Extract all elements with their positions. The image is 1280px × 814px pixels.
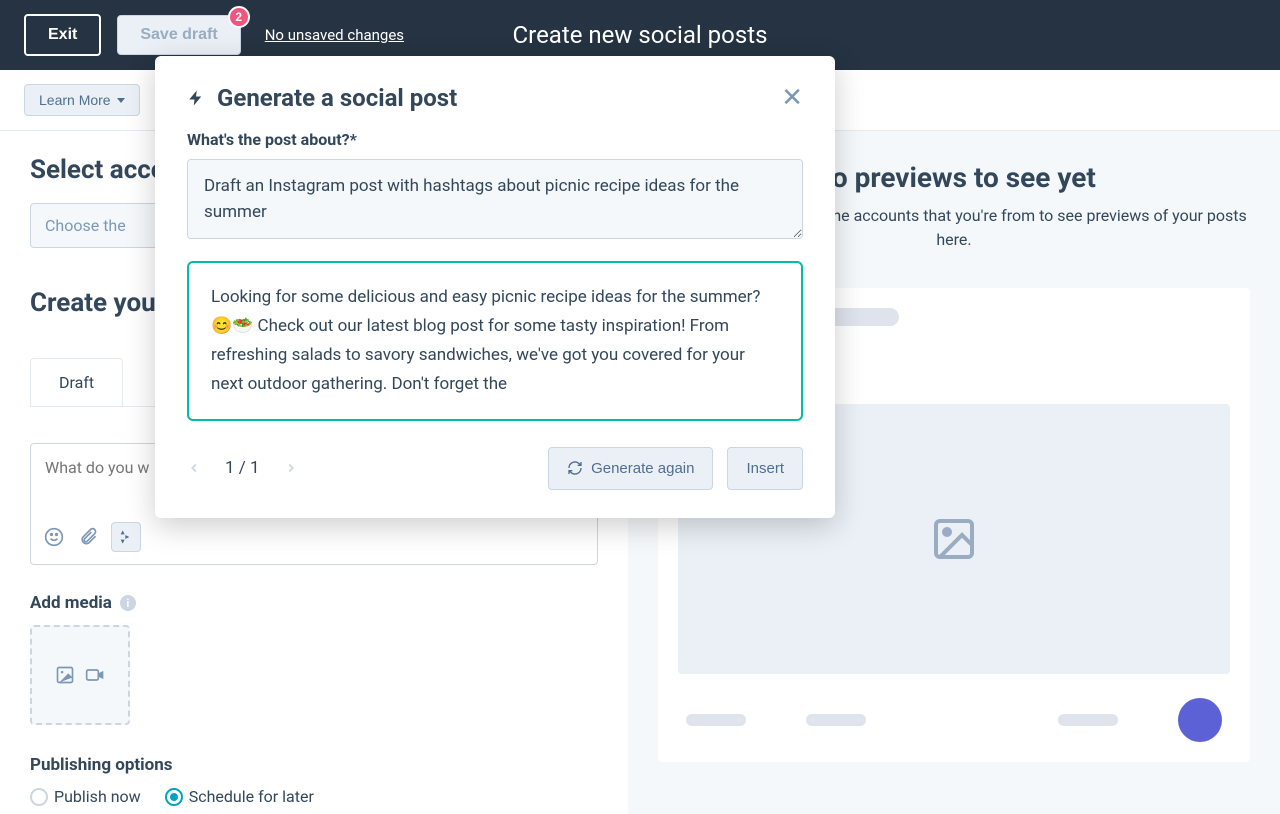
save-draft-button[interactable]: Save draft 2 xyxy=(117,15,240,55)
skeleton-pill xyxy=(686,714,746,726)
close-icon[interactable]: ✕ xyxy=(781,85,803,111)
chevron-down-icon xyxy=(117,98,125,103)
modal-generated-output[interactable]: Looking for some delicious and easy picn… xyxy=(187,261,803,421)
publish-now-option[interactable]: Publish now xyxy=(30,787,141,806)
schedule-later-option[interactable]: Schedule for later xyxy=(165,787,314,806)
attachment-icon[interactable] xyxy=(77,526,99,548)
chevron-left-icon[interactable] xyxy=(187,459,201,477)
generate-again-button[interactable]: Generate again xyxy=(548,447,713,490)
add-media-section: Add media i xyxy=(30,593,598,613)
publish-now-label: Publish now xyxy=(54,787,141,806)
page-title: Create new social posts xyxy=(513,21,768,49)
refresh-icon xyxy=(567,460,583,476)
modal-footer: 1 / 1 Generate again Insert xyxy=(187,447,803,490)
unsaved-changes-link[interactable]: No unsaved changes xyxy=(265,26,404,44)
chevron-right-icon[interactable] xyxy=(284,459,298,477)
pager: 1 / 1 xyxy=(187,458,298,478)
lightning-icon xyxy=(187,87,205,109)
add-media-label: Add media xyxy=(30,593,112,613)
radio-icon xyxy=(30,788,48,806)
exit-button[interactable]: Exit xyxy=(24,14,101,56)
image-icon xyxy=(55,665,75,685)
skeleton-avatar xyxy=(1178,698,1222,742)
radio-checked-icon xyxy=(165,788,183,806)
pager-count: 1 / 1 xyxy=(225,458,260,478)
modal-actions: Generate again Insert xyxy=(548,447,803,490)
media-dropzone[interactable] xyxy=(30,625,130,725)
publishing-options-heading: Publishing options xyxy=(30,755,598,775)
learn-more-label: Learn More xyxy=(39,92,111,108)
ai-generate-icon[interactable] xyxy=(111,522,141,552)
publishing-options: Publish now Schedule for later xyxy=(30,787,598,806)
modal-prompt-label: What's the post about?* xyxy=(187,130,803,149)
modal-title: Generate a social post xyxy=(217,84,457,112)
emoji-icon[interactable] xyxy=(43,526,65,548)
generate-again-label: Generate again xyxy=(591,460,694,477)
composer-toolbar xyxy=(31,514,597,564)
video-icon xyxy=(85,665,105,685)
schedule-later-label: Schedule for later xyxy=(189,787,314,806)
draft-count-badge: 2 xyxy=(228,6,250,28)
tab-draft[interactable]: Draft xyxy=(30,358,123,406)
modal-prompt-input[interactable] xyxy=(187,159,803,239)
skeleton-pill xyxy=(1058,714,1118,726)
skeleton-footer xyxy=(678,698,1230,742)
learn-more-dropdown[interactable]: Learn More xyxy=(24,84,140,116)
info-icon[interactable]: i xyxy=(120,595,136,611)
insert-label: Insert xyxy=(746,460,784,477)
skeleton-pill xyxy=(806,714,866,726)
image-placeholder-icon xyxy=(930,515,978,563)
save-draft-label: Save draft xyxy=(140,26,217,43)
generate-post-modal: Generate a social post ✕ What's the post… xyxy=(155,56,835,518)
modal-header: Generate a social post ✕ xyxy=(187,84,803,112)
insert-button[interactable]: Insert xyxy=(727,447,803,490)
